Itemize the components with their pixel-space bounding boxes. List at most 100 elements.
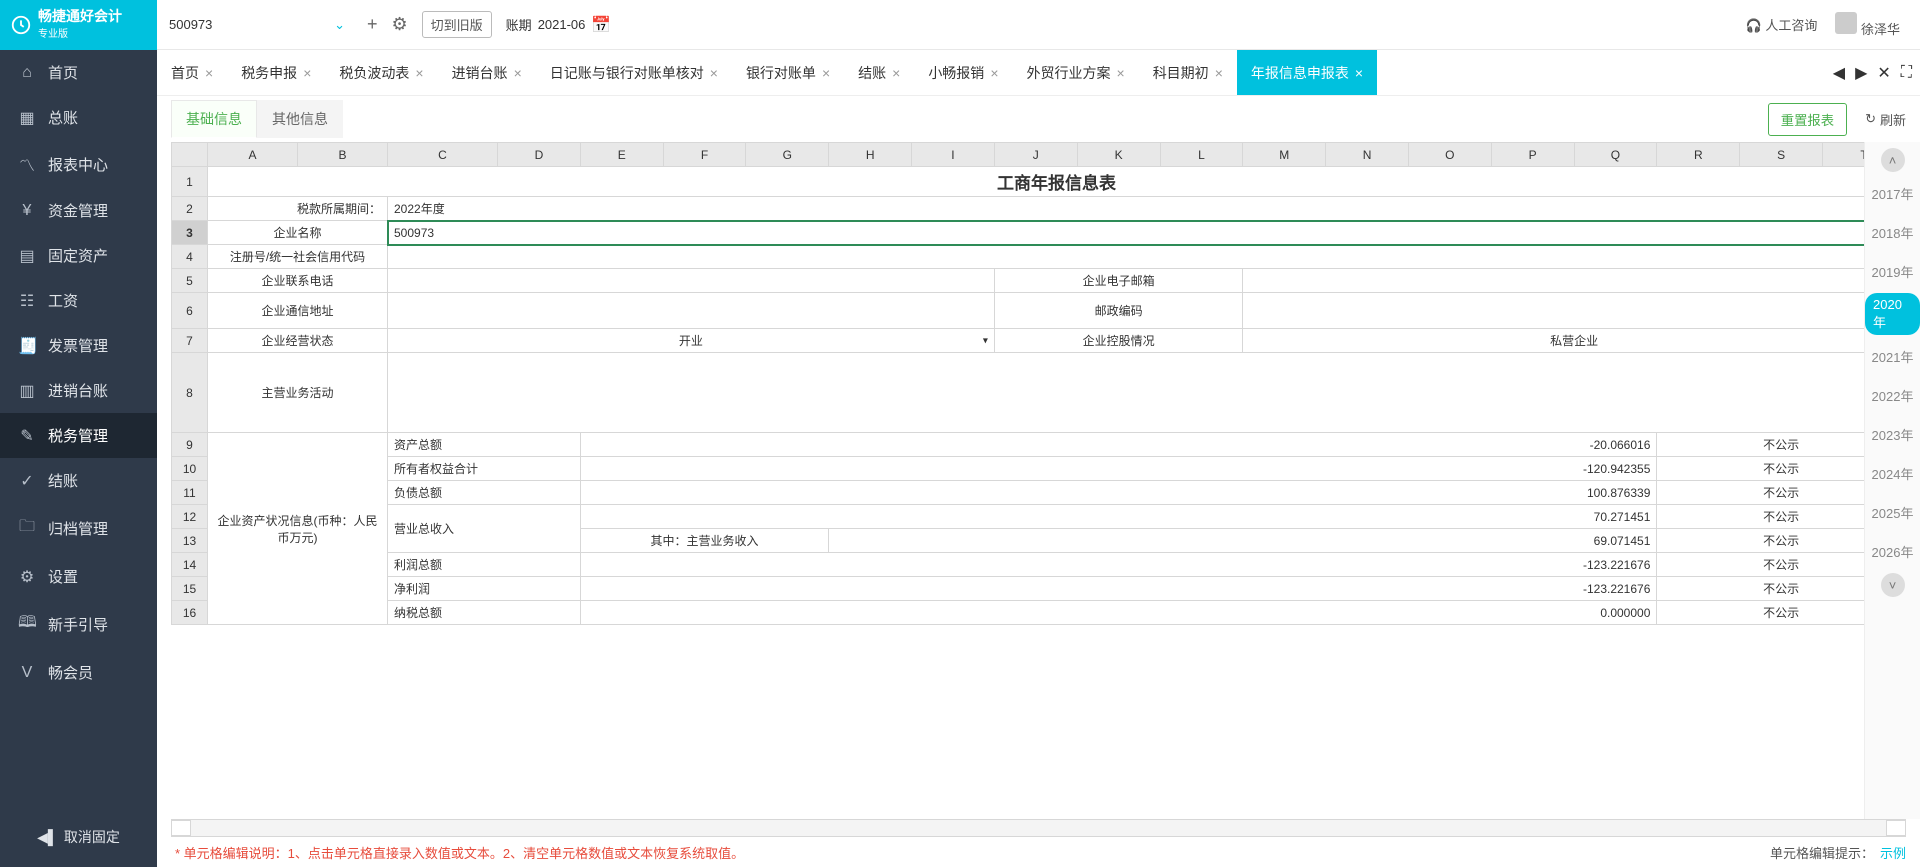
sidebar-item-0[interactable]: ⌂首页 (0, 50, 157, 95)
row-header[interactable]: 2 (172, 197, 208, 221)
holding-dropdown[interactable]: 私营企业 (1243, 329, 1906, 353)
year-item[interactable]: 2023年 (1872, 417, 1914, 452)
col-header-R[interactable]: R (1657, 143, 1740, 167)
year-item[interactable]: 2018年 (1872, 215, 1914, 250)
asset-row-value[interactable]: 69.071451 (829, 529, 1657, 553)
close-icon[interactable]: × (990, 65, 998, 81)
row-header[interactable]: 12 (172, 505, 208, 529)
asset-row-value[interactable]: -123.221676 (580, 553, 1657, 577)
asset-row-value[interactable]: -120.942355 (580, 457, 1657, 481)
col-header-M[interactable]: M (1243, 143, 1326, 167)
row-header[interactable]: 16 (172, 601, 208, 625)
col-header-A[interactable]: A (208, 143, 298, 167)
close-icon[interactable]: × (1215, 65, 1223, 81)
status-dropdown[interactable]: 开业 (388, 329, 995, 353)
year-item[interactable]: 2021年 (1872, 339, 1914, 374)
sidebar-item-13[interactable]: V畅会员 (0, 650, 157, 695)
year-item[interactable]: 2024年 (1872, 456, 1914, 491)
row-header[interactable]: 15 (172, 577, 208, 601)
support-link[interactable]: 🎧 人工咨询 (1746, 15, 1818, 34)
row-header[interactable]: 11 (172, 481, 208, 505)
tab-4[interactable]: 日记账与银行对账单核对× (536, 50, 732, 95)
sidebar-item-12[interactable]: 🕮新手引导 (0, 599, 157, 650)
col-header-H[interactable]: H (829, 143, 912, 167)
row-header[interactable]: 14 (172, 553, 208, 577)
reset-report-button[interactable]: 重置报表 (1768, 103, 1847, 136)
col-header-O[interactable]: O (1408, 143, 1491, 167)
row-header[interactable]: 10 (172, 457, 208, 481)
year-item[interactable]: 2022年 (1872, 378, 1914, 413)
year-item[interactable]: 2020年 (1865, 293, 1920, 335)
sidebar-item-10[interactable]: 🗀归档管理 (0, 503, 157, 554)
tab-9[interactable]: 科目期初× (1139, 50, 1237, 95)
close-icon[interactable]: × (1355, 65, 1363, 81)
row-header[interactable]: 9 (172, 433, 208, 457)
sidebar-item-9[interactable]: ✓结账 (0, 458, 157, 503)
tab-0[interactable]: 首页× (157, 50, 227, 95)
sidebar-item-4[interactable]: ▤固定资产 (0, 233, 157, 278)
sidebar-item-1[interactable]: ▦总账 (0, 95, 157, 140)
tab-8[interactable]: 外贸行业方案× (1013, 50, 1139, 95)
row-header[interactable]: 1 (172, 167, 208, 197)
year-item[interactable]: 2025年 (1872, 495, 1914, 530)
company-selector[interactable]: 500973 ⌄ (157, 17, 357, 33)
fullscreen-icon[interactable]: ⛶ (1901, 64, 1912, 82)
asset-row-value[interactable]: 0.000000 (580, 601, 1657, 625)
col-header-D[interactable]: D (498, 143, 581, 167)
close-icon[interactable]: × (514, 65, 522, 81)
col-header-P[interactable]: P (1491, 143, 1574, 167)
col-header-J[interactable]: J (994, 143, 1077, 167)
year-item[interactable]: 2019年 (1872, 254, 1914, 289)
year-down-icon[interactable]: ˅ (1881, 573, 1905, 597)
tab-5[interactable]: 银行对账单× (732, 50, 844, 95)
calendar-icon[interactable]: 📅 (591, 15, 611, 35)
close-icon[interactable]: × (303, 65, 311, 81)
row-header[interactable]: 13 (172, 529, 208, 553)
tab-3[interactable]: 进销台账× (438, 50, 536, 95)
close-icon[interactable]: × (710, 65, 718, 81)
asset-row-value[interactable]: -20.066016 (580, 433, 1657, 457)
year-item[interactable]: 2026年 (1872, 534, 1914, 569)
tabs-prev-icon[interactable]: ◀ (1833, 63, 1845, 83)
asset-row-value[interactable]: -123.221676 (580, 577, 1657, 601)
sidebar-item-6[interactable]: 🧾发票管理 (0, 323, 157, 368)
close-icon[interactable]: × (205, 65, 213, 81)
asset-row-value[interactable]: 100.876339 (580, 481, 1657, 505)
row-header[interactable]: 5 (172, 269, 208, 293)
tab-10[interactable]: 年报信息申报表× (1237, 50, 1377, 95)
add-icon[interactable]: + (367, 14, 378, 35)
sidebar-item-2[interactable]: 〽报表中心 (0, 140, 157, 188)
col-header-Q[interactable]: Q (1574, 143, 1657, 167)
year-item[interactable]: 2017年 (1872, 176, 1914, 211)
old-version-button[interactable]: 切到旧版 (422, 11, 492, 38)
address-cell[interactable] (388, 293, 995, 329)
sidebar-item-8[interactable]: ✎税务管理 (0, 413, 157, 458)
tab-7[interactable]: 小畅报销× (914, 50, 1012, 95)
sheet-corner[interactable] (172, 143, 208, 167)
subtab-other-info[interactable]: 其他信息 (257, 100, 343, 138)
company-name-cell[interactable]: 500973 (388, 221, 1906, 245)
tab-6[interactable]: 结账× (844, 50, 914, 95)
col-header-B[interactable]: B (298, 143, 388, 167)
row-header[interactable]: 7 (172, 329, 208, 353)
col-header-G[interactable]: G (746, 143, 829, 167)
subtab-basic-info[interactable]: 基础信息 (171, 100, 257, 138)
col-header-N[interactable]: N (1326, 143, 1409, 167)
tab-2[interactable]: 税负波动表× (325, 50, 437, 95)
row-header[interactable]: 8 (172, 353, 208, 433)
close-icon[interactable]: × (415, 65, 423, 81)
horizontal-scrollbar[interactable] (171, 819, 1906, 837)
tabs-close-icon[interactable]: ✕ (1877, 63, 1890, 83)
tax-period-value[interactable]: 2022年度 (388, 197, 1906, 221)
reg-code-cell[interactable] (388, 245, 1906, 269)
refresh-button[interactable]: ↻ 刷新 (1865, 110, 1906, 129)
gear-icon[interactable]: ⚙ (392, 14, 408, 35)
example-link[interactable]: 示例 (1880, 846, 1906, 861)
year-up-icon[interactable]: ˄ (1881, 148, 1905, 172)
sidebar-item-5[interactable]: ☷工资 (0, 278, 157, 323)
close-icon[interactable]: × (1117, 65, 1125, 81)
sidebar-item-7[interactable]: ▥进销台账 (0, 368, 157, 413)
col-header-F[interactable]: F (663, 143, 746, 167)
col-header-I[interactable]: I (912, 143, 995, 167)
user-menu[interactable]: 徐泽华 (1835, 12, 1900, 38)
